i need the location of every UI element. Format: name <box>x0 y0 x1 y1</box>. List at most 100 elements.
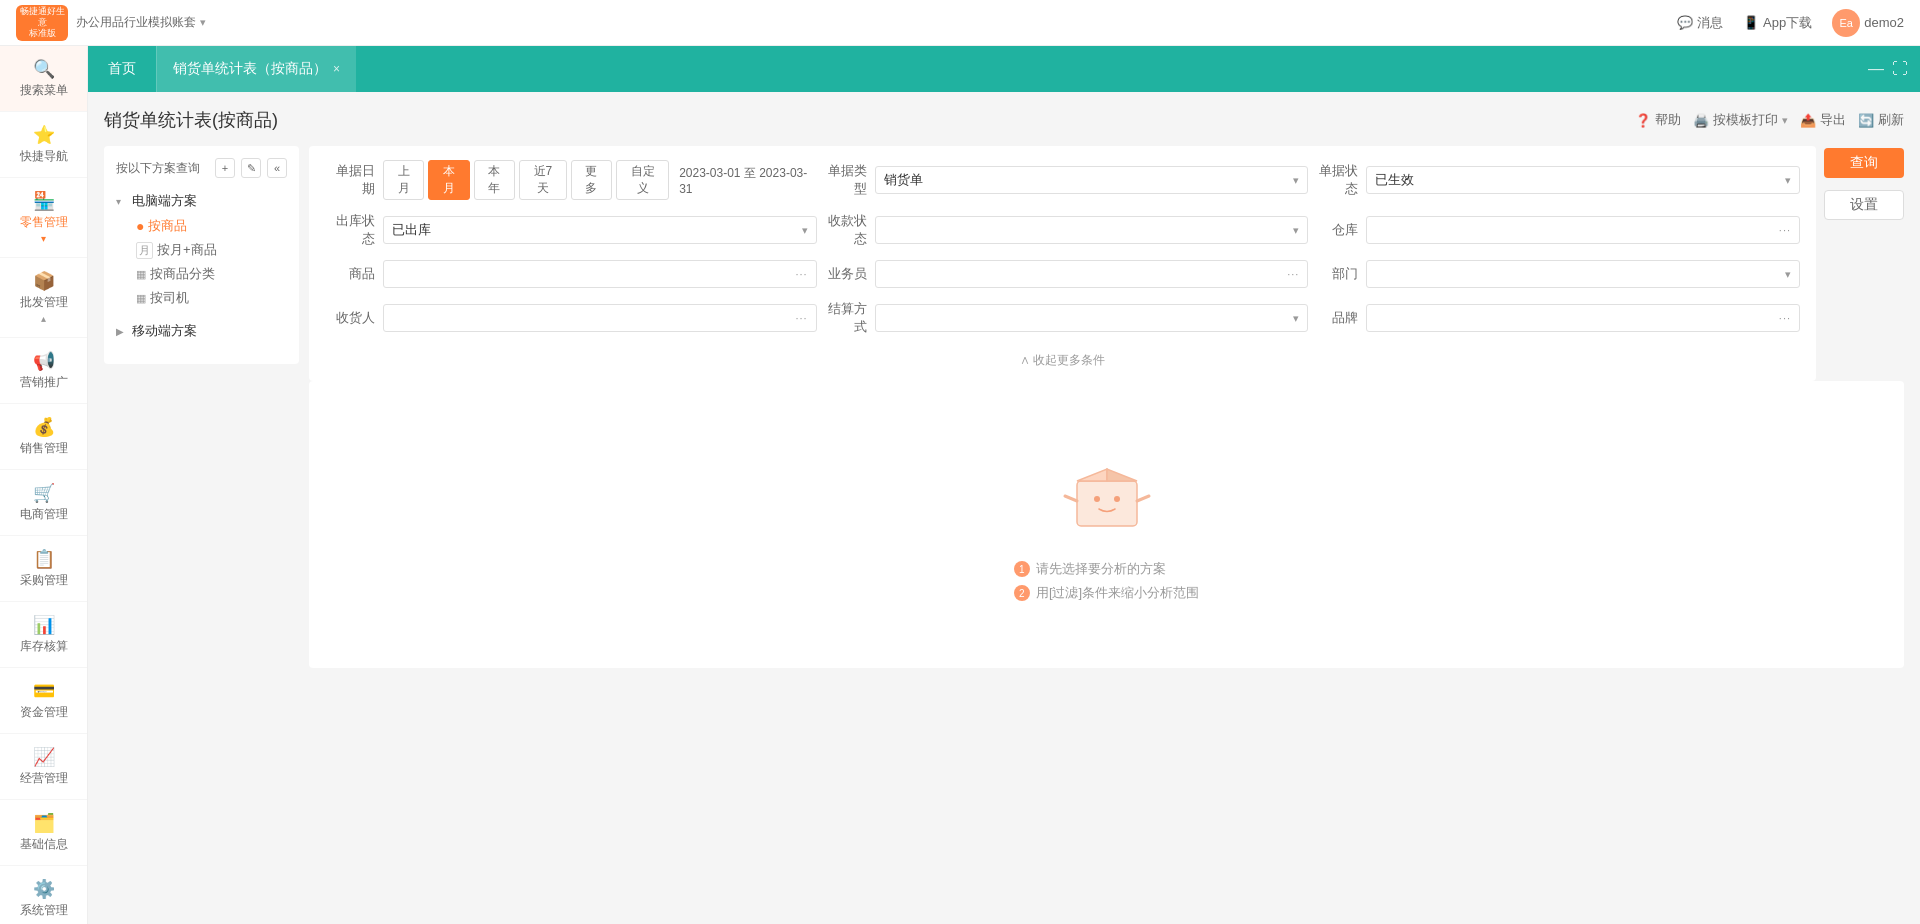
tab-maximize-icon[interactable]: ⛶ <box>1892 60 1908 78</box>
panel-add-btn[interactable]: + <box>215 158 235 178</box>
dept-dropdown-icon: ▾ <box>1785 268 1791 281</box>
settle-filter-cell: 结算方式 ▾ <box>817 300 1309 336</box>
tree-group-mobile-header[interactable]: ▶ 移动端方案 <box>116 318 287 344</box>
sidebar-item-ops[interactable]: 📈 经营管理 <box>0 734 87 800</box>
by-driver-label: 按司机 <box>150 289 189 307</box>
topbar-right: 💬 消息 📱 App下载 Ea demo2 <box>1677 9 1904 37</box>
tab-close-icon[interactable]: × <box>333 62 340 76</box>
date-btn-7days[interactable]: 近7天 <box>519 160 567 200</box>
date-buttons: 上月 本月 本年 近7天 更多 自定义 2023-03-01 至 2023-03… <box>383 160 817 200</box>
user-menu[interactable]: Ea demo2 <box>1832 9 1904 37</box>
app-download-btn[interactable]: 📱 App下载 <box>1743 14 1812 32</box>
status-filter-cell: 单据状态 已生效 ▾ <box>1308 162 1800 198</box>
refresh-icon: 🔄 <box>1858 113 1874 128</box>
settings-button[interactable]: 设置 <box>1824 190 1904 220</box>
messages-btn[interactable]: 💬 消息 <box>1677 14 1723 32</box>
search-icon: 🔍 <box>4 58 83 80</box>
stock-select[interactable]: 已出库 ▾ <box>383 216 817 244</box>
query-btn-col: 查询 设置 <box>1824 146 1904 381</box>
print-btn[interactable]: 🖨️ 按模板打印 ▾ <box>1693 111 1788 129</box>
sidebar-system-label: 系统管理 <box>4 902 83 919</box>
by-category-label: 按商品分类 <box>150 265 215 283</box>
tree-expand-icon: ▾ <box>116 196 128 207</box>
tree-mobile-expand-icon: ▶ <box>116 326 128 337</box>
collapse-label: ∧ 收起更多条件 <box>1020 353 1105 367</box>
tree-item-by-category[interactable]: ▦ 按商品分类 <box>136 262 287 286</box>
avatar-initials: Ea <box>1840 17 1853 29</box>
panel-edit-icon: ✎ <box>247 162 256 175</box>
settle-select[interactable]: ▾ <box>875 304 1309 332</box>
dept-select[interactable]: ▾ <box>1366 260 1800 288</box>
sidebar-item-finance[interactable]: 💳 资金管理 <box>0 668 87 734</box>
goods-input[interactable]: ··· <box>383 260 817 288</box>
payment-label: 收款状态 <box>817 212 875 248</box>
empty-step-2: 2 用[过滤]条件来缩小分析范围 <box>1014 584 1199 602</box>
tab-bar: 首页 销货单统计表（按商品） × — ⛶ <box>88 46 1920 92</box>
logo-text: 畅捷通好生意 <box>16 6 68 28</box>
tab-minimize-icon[interactable]: — <box>1868 60 1884 78</box>
page-title: 销货单统计表(按商品) <box>104 108 278 132</box>
sidebar-item-basic[interactable]: 🗂️ 基础信息 <box>0 800 87 866</box>
sidebar-item-inventory[interactable]: 📊 库存核算 <box>0 602 87 668</box>
sidebar-finance-label: 资金管理 <box>4 704 83 721</box>
query-button[interactable]: 查询 <box>1824 148 1904 178</box>
goods-dots-icon: ··· <box>796 268 808 280</box>
sidebar-item-wholesale[interactable]: 📦 批发管理 ▴ <box>0 258 87 338</box>
export-btn[interactable]: 📤 导出 <box>1800 111 1846 129</box>
tab-bar-actions: — ⛶ <box>1868 60 1920 78</box>
dept-label: 部门 <box>1308 265 1366 283</box>
avatar: Ea <box>1832 9 1860 37</box>
refresh-btn[interactable]: 🔄 刷新 <box>1858 111 1904 129</box>
month-goods-icon: 月 <box>136 242 153 259</box>
date-btn-more[interactable]: 更多 <box>571 160 612 200</box>
brand-input[interactable]: ··· <box>1366 304 1800 332</box>
app-label: App下载 <box>1763 14 1812 32</box>
sidebar-item-purchase[interactable]: 📋 采购管理 <box>0 536 87 602</box>
main-top-row: 单据日期 上月 本月 本年 近7天 更多 自定义 2023-03-01 至 20… <box>309 146 1904 381</box>
collapse-bar[interactable]: ∧ 收起更多条件 <box>325 344 1800 373</box>
sidebar-item-marketing[interactable]: 📢 营销推广 <box>0 338 87 404</box>
help-btn[interactable]: ❓ 帮助 <box>1635 111 1681 129</box>
panel-edit-btn[interactable]: ✎ <box>241 158 261 178</box>
empty-state: 1 请先选择要分析的方案 2 用[过滤]条件来缩小分析范围 <box>309 381 1904 668</box>
type-filter-cell: 单据类型 销货单 ▾ <box>817 162 1309 198</box>
tree-group-desktop-header[interactable]: ▾ 电脑端方案 <box>116 188 287 214</box>
sidebar-item-quicknav[interactable]: ⭐ 快捷导航 <box>0 112 87 178</box>
workspace-selector[interactable]: 办公用品行业模拟账套 ▾ <box>76 14 206 31</box>
sidebar-item-search[interactable]: 🔍 搜索菜单 <box>0 46 87 112</box>
status-select[interactable]: 已生效 ▾ <box>1366 166 1800 194</box>
panel-collapse-btn[interactable]: « <box>267 158 287 178</box>
tab-home-label: 首页 <box>108 60 136 78</box>
tab-home[interactable]: 首页 <box>88 46 157 92</box>
tree-item-by-month-goods[interactable]: 月 按月+商品 <box>136 238 287 262</box>
receiver-filter-cell: 收货人 ··· <box>325 304 817 332</box>
payment-filter-cell: 收款状态 ▾ <box>817 212 1309 248</box>
tree-item-by-driver[interactable]: ▦ 按司机 <box>136 286 287 310</box>
sidebar-item-sales[interactable]: 💰 销售管理 <box>0 404 87 470</box>
tree-item-by-goods[interactable]: ● 按商品 <box>136 214 287 238</box>
sidebar-retail-label: 零售管理 <box>4 214 83 231</box>
payment-select[interactable]: ▾ <box>875 216 1309 244</box>
sidebar-quicknav-label: 快捷导航 <box>4 148 83 165</box>
date-btn-custom[interactable]: 自定义 <box>616 160 669 200</box>
filter-row-1: 单据日期 上月 本月 本年 近7天 更多 自定义 2023-03-01 至 20… <box>325 160 1800 200</box>
sidebar-item-ecom[interactable]: 🛒 电商管理 <box>0 470 87 536</box>
tab-active[interactable]: 销货单统计表（按商品） × <box>157 46 356 92</box>
type-dropdown-icon: ▾ <box>1293 174 1299 187</box>
type-select[interactable]: 销货单 ▾ <box>875 166 1309 194</box>
print-label: 按模板打印 <box>1713 111 1778 129</box>
stock-value: 已出库 <box>392 221 431 239</box>
sidebar-item-retail[interactable]: 🏪 零售管理 ▾ <box>0 178 87 258</box>
date-btn-this-month[interactable]: 本月 <box>428 160 469 200</box>
topbar-left: 畅捷通好生意 标准版 办公用品行业模拟账套 ▾ <box>16 5 206 41</box>
date-btn-last-month[interactable]: 上月 <box>383 160 424 200</box>
date-btn-this-year[interactable]: 本年 <box>474 160 515 200</box>
sidebar-item-system[interactable]: ⚙️ 系统管理 <box>0 866 87 924</box>
staff-input[interactable]: ··· <box>875 260 1309 288</box>
receiver-input[interactable]: ··· <box>383 304 817 332</box>
warehouse-input[interactable]: ··· <box>1366 216 1800 244</box>
main-layout: 🔍 搜索菜单 ⭐ 快捷导航 🏪 零售管理 ▾ 📦 批发管理 ▴ 📢 营销推广 💰… <box>0 46 1920 924</box>
receiver-dots-icon: ··· <box>796 312 808 324</box>
filter-row-3: 商品 ··· 业务员 <box>325 260 1800 288</box>
page-actions: ❓ 帮助 🖨️ 按模板打印 ▾ 📤 导出 🔄 刷新 <box>1635 111 1904 129</box>
